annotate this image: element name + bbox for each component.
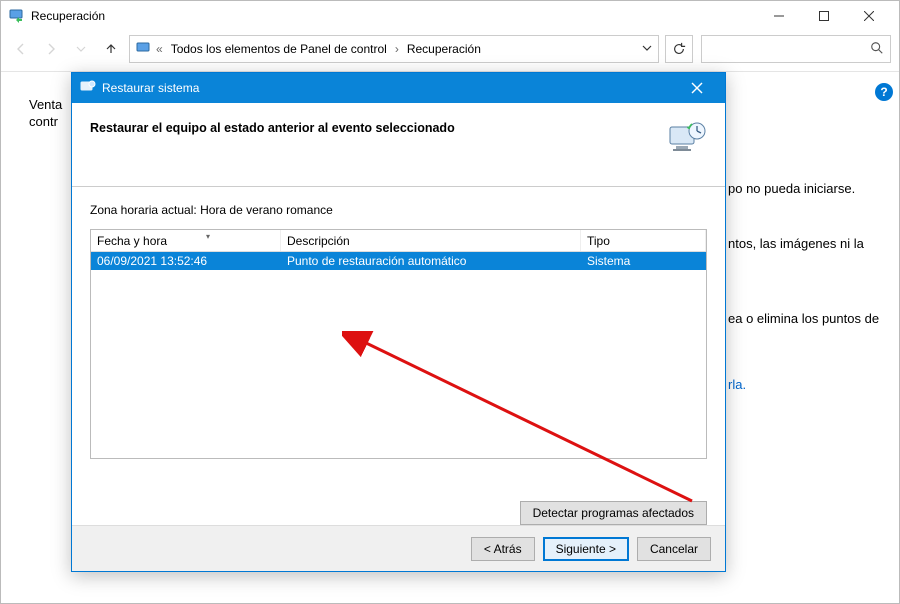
nav-forward-button[interactable]: [39, 37, 63, 61]
timezone-label: Zona horaria actual: Hora de verano roma…: [90, 203, 707, 217]
dialog-title-text: Restaurar sistema: [102, 81, 677, 95]
cell-type: Sistema: [581, 254, 706, 268]
minimize-button[interactable]: [756, 1, 801, 31]
cell-date: 06/09/2021 13:52:46: [91, 254, 281, 268]
chevron-left-icon: «: [152, 42, 167, 56]
breadcrumb-parent[interactable]: Todos los elementos de Panel de control: [167, 42, 391, 56]
bg-text: contr: [29, 114, 58, 129]
restore-point-row[interactable]: 06/09/2021 13:52:46 Punto de restauració…: [91, 252, 706, 270]
column-date[interactable]: Fecha y hora ▾: [91, 230, 281, 251]
help-icon[interactable]: ?: [875, 83, 893, 101]
search-box[interactable]: [701, 35, 891, 63]
breadcrumb-current[interactable]: Recuperación: [403, 42, 485, 56]
restore-points-list: Fecha y hora ▾ Descripción Tipo 06/09/20…: [90, 229, 707, 459]
chevron-right-icon: ›: [391, 42, 403, 56]
cancel-button[interactable]: Cancelar: [637, 537, 711, 561]
bg-text: Venta: [29, 97, 62, 112]
dialog-header: Restaurar el equipo al estado anterior a…: [72, 103, 725, 186]
computer-clock-icon: [667, 121, 707, 158]
bg-text: ntos, las imágenes ni la: [728, 236, 864, 251]
system-restore-dialog: Restaurar sistema Restaurar el equipo al…: [71, 72, 726, 572]
search-icon: [870, 41, 884, 58]
address-icon: [136, 40, 152, 59]
maximize-button[interactable]: [801, 1, 846, 31]
dialog-footer: < Atrás Siguiente > Cancelar: [72, 525, 725, 571]
recovery-icon: [9, 7, 25, 26]
bg-text: po no pueda iniciarse.: [728, 181, 855, 196]
nav-up-button[interactable]: [99, 37, 123, 61]
dialog-titlebar[interactable]: Restaurar sistema: [72, 73, 725, 103]
column-description[interactable]: Descripción: [281, 230, 581, 251]
close-button[interactable]: [846, 1, 891, 31]
outer-title-text: Recuperación: [31, 9, 756, 23]
list-header: Fecha y hora ▾ Descripción Tipo: [91, 230, 706, 252]
address-dropdown-icon[interactable]: [642, 42, 652, 56]
address-bar[interactable]: « Todos los elementos de Panel de contro…: [129, 35, 659, 63]
refresh-button[interactable]: [665, 35, 693, 63]
dialog-close-button[interactable]: [677, 73, 717, 103]
bg-text: ea o elimina los puntos de: [728, 311, 879, 326]
detect-affected-button[interactable]: Detectar programas afectados: [520, 501, 707, 525]
control-panel-window: Recuperación « Todos los elementos de Pa…: [0, 0, 900, 604]
dialog-body: Zona horaria actual: Hora de verano roma…: [72, 187, 725, 497]
navigation-row: « Todos los elementos de Panel de contro…: [1, 31, 899, 72]
outer-sysbuttons: [756, 1, 891, 31]
dialog-header-text: Restaurar el equipo al estado anterior a…: [90, 121, 455, 135]
back-button[interactable]: < Atrás: [471, 537, 535, 561]
outer-titlebar: Recuperación: [1, 1, 899, 31]
cell-description: Punto de restauración automático: [281, 254, 581, 268]
nav-recent-dropdown[interactable]: [69, 37, 93, 61]
next-button[interactable]: Siguiente >: [543, 537, 629, 561]
restore-icon: [80, 79, 96, 98]
bg-link[interactable]: rla.: [728, 377, 746, 392]
nav-back-button[interactable]: [9, 37, 33, 61]
sort-desc-icon: ▾: [206, 232, 210, 241]
detect-row: Detectar programas afectados: [72, 497, 725, 525]
column-type[interactable]: Tipo: [581, 230, 706, 251]
